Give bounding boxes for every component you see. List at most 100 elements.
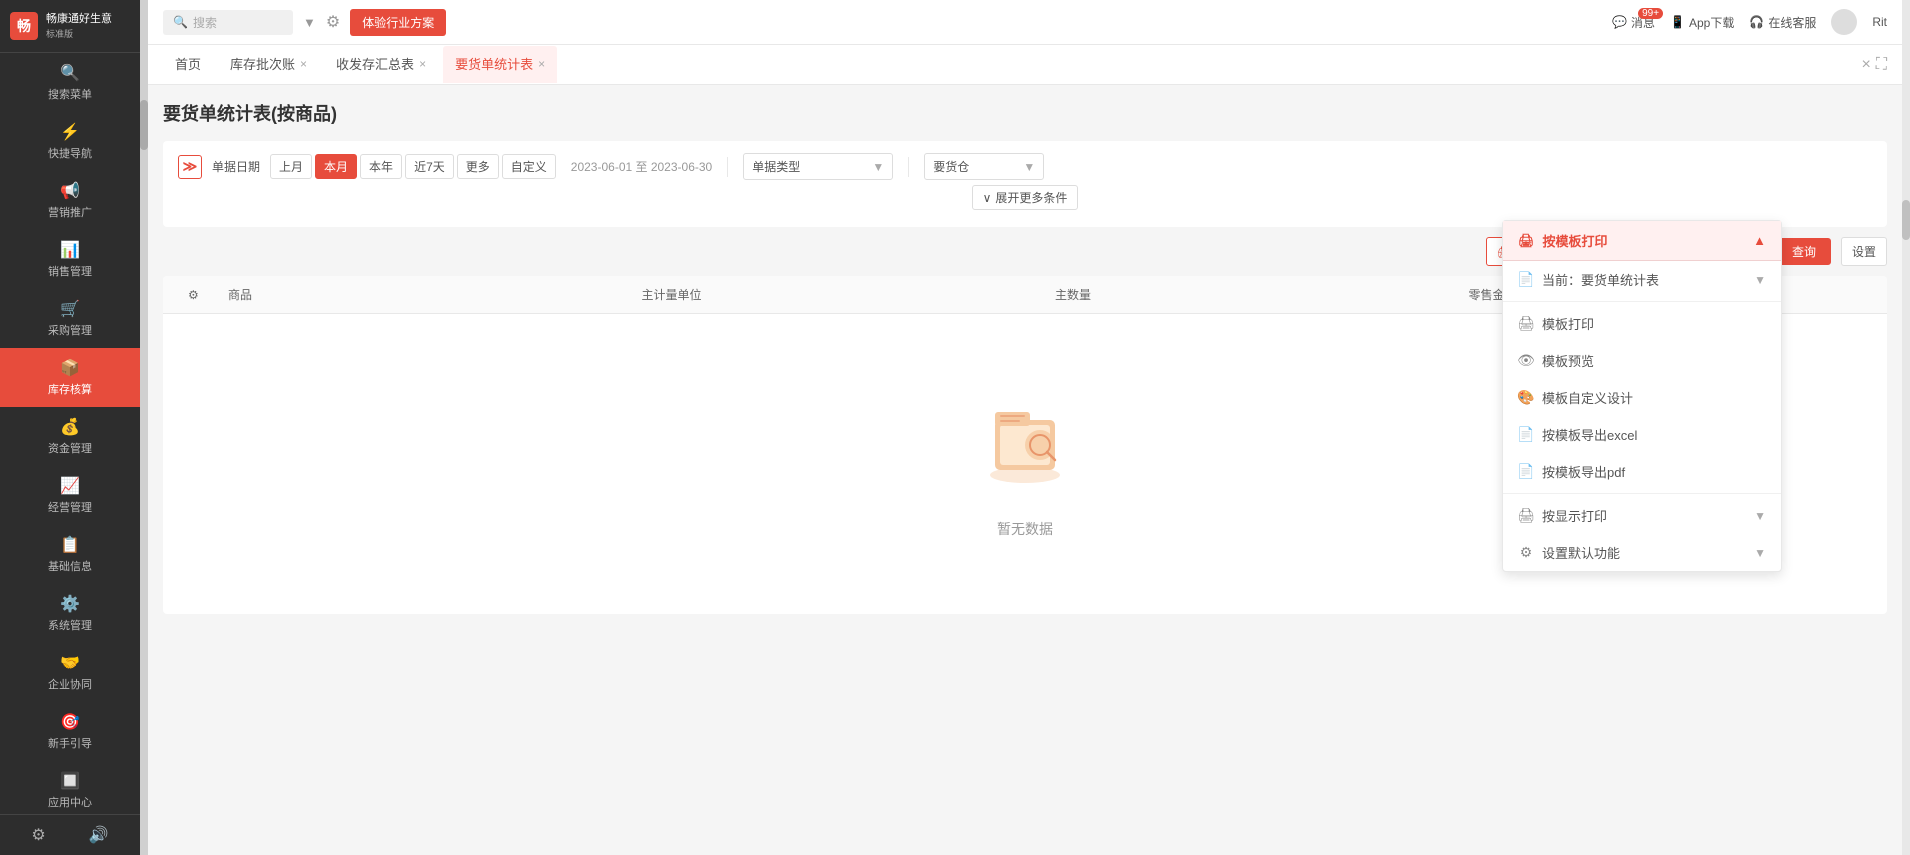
dropdown-divider2 bbox=[1503, 493, 1781, 494]
dropdown-divider1 bbox=[1503, 301, 1781, 302]
trial-button[interactable]: 体验行业方案 bbox=[350, 9, 446, 36]
display-print-arrow-icon: ▼ bbox=[1754, 509, 1766, 523]
logo-icon: 畅 bbox=[10, 12, 38, 40]
excel-icon: 📄 bbox=[1518, 427, 1534, 443]
sidebar-bottom: ⚙ 🔊 bbox=[0, 814, 140, 855]
megaphone-icon: 📢 bbox=[60, 181, 80, 201]
dropdown-template-design[interactable]: 🎨 模板自定义设计 bbox=[1503, 379, 1781, 416]
filter-expand-button[interactable]: ≫ bbox=[178, 155, 202, 179]
printer-dropdown-icon: 🖨 bbox=[1518, 233, 1535, 249]
tab-home[interactable]: 首页 bbox=[163, 46, 213, 83]
col-quantity: 主数量 bbox=[1045, 286, 1459, 303]
display-print-icon: 🖨 bbox=[1518, 508, 1534, 524]
page-content: 要货单统计表(按商品) ≫ 单据日期 上月 本月 本年 近7天 更多 自定义 2… bbox=[148, 85, 1902, 855]
filter-divider2 bbox=[908, 157, 909, 177]
current-template-icon: 📄 bbox=[1518, 272, 1534, 288]
app-logo: 畅 畅康通好生意 标准版 bbox=[0, 0, 140, 53]
expand-more-button[interactable]: ∨ 展开更多条件 bbox=[972, 185, 1079, 210]
topbar-gear-icon[interactable]: ⚙ bbox=[326, 12, 340, 32]
dropdown-header: 🖨 按模板打印 ▲ bbox=[1503, 221, 1781, 261]
type-select[interactable]: 单据类型 ▼ bbox=[743, 153, 893, 180]
settings-bottom-icon[interactable]: ⚙ bbox=[31, 825, 45, 845]
close-order-summary-icon[interactable]: × bbox=[538, 57, 545, 71]
current-arrow-icon: ▼ bbox=[1754, 273, 1766, 287]
sidebar-scroll-thumb bbox=[140, 100, 148, 150]
warehouse-select[interactable]: 要货仓 ▼ bbox=[924, 153, 1044, 180]
money-icon: 💰 bbox=[60, 417, 80, 437]
sidebar-item-finance[interactable]: 💰 资金管理 bbox=[0, 407, 140, 466]
current-year-button[interactable]: 本年 bbox=[360, 154, 402, 179]
handshake-icon: 🤝 bbox=[60, 653, 80, 673]
clipboard-icon: 📋 bbox=[60, 535, 80, 555]
lightning-icon: ⚡ bbox=[60, 122, 80, 142]
sidebar-item-base-info[interactable]: 📋 基础信息 bbox=[0, 525, 140, 584]
sidebar-item-purchase[interactable]: 🛒 采购管理 bbox=[0, 289, 140, 348]
user-avatar[interactable] bbox=[1831, 9, 1857, 35]
sidebar-scrollbar[interactable] bbox=[140, 0, 148, 855]
window-expand-icon[interactable]: ⛶ bbox=[1876, 56, 1887, 74]
topbar: 🔍 搜索 ▼ ⚙ 体验行业方案 💬 消息 99+ 📱 App下载 🎧 在线客服 … bbox=[148, 0, 1902, 45]
col-unit: 主计量单位 bbox=[632, 286, 1046, 303]
logo-text: 畅康通好生意 标准版 bbox=[46, 12, 112, 39]
search-box[interactable]: 🔍 搜索 bbox=[163, 10, 293, 35]
set-default-arrow-icon: ▼ bbox=[1754, 546, 1766, 560]
dropdown-popup: 🖨 按模板打印 ▲ 📄 当前：要货单统计表 ▼ 🖨 模板打印 👁 模板预览 🎨 bbox=[1502, 220, 1782, 572]
trend-icon: 📈 bbox=[60, 476, 80, 496]
prev-month-button[interactable]: 上月 bbox=[270, 154, 312, 179]
last7-button[interactable]: 近7天 bbox=[405, 154, 454, 179]
main-area: 🔍 搜索 ▼ ⚙ 体验行业方案 💬 消息 99+ 📱 App下载 🎧 在线客服 … bbox=[148, 0, 1902, 855]
more-button[interactable]: 更多 bbox=[457, 154, 499, 179]
page-title: 要货单统计表(按商品) bbox=[163, 100, 1887, 126]
sidebar-item-sales[interactable]: 📊 销售管理 bbox=[0, 230, 140, 289]
sidebar-item-guide[interactable]: 🎯 新手引导 bbox=[0, 702, 140, 761]
sidebar-item-app-center[interactable]: 🔲 应用中心 bbox=[0, 761, 140, 814]
query-button[interactable]: 查询 bbox=[1777, 238, 1831, 265]
cart-icon: 🛒 bbox=[60, 299, 80, 319]
warehouse-select-arrow: ▼ bbox=[1023, 160, 1035, 174]
box-icon: 📦 bbox=[60, 358, 80, 378]
online-service-item[interactable]: 🎧 在线客服 bbox=[1749, 14, 1816, 31]
dropdown-template-pdf[interactable]: 📄 按模板导出pdf bbox=[1503, 453, 1781, 490]
sidebar-item-search[interactable]: 🔍 搜索菜单 bbox=[0, 53, 140, 112]
sidebar: 畅 畅康通好生意 标准版 🔍 搜索菜单 ⚡ 快捷导航 📢 营销推广 📊 销售管理… bbox=[0, 0, 140, 855]
sound-bottom-icon[interactable]: 🔊 bbox=[89, 825, 109, 845]
sidebar-item-marketing[interactable]: 📢 营销推广 bbox=[0, 171, 140, 230]
sidebar-item-operations[interactable]: 📈 经营管理 bbox=[0, 466, 140, 525]
tab-inventory-batch[interactable]: 库存批次账 × bbox=[218, 46, 319, 83]
dropdown-set-default[interactable]: ⚙ 设置默认功能 ▼ bbox=[1503, 534, 1781, 571]
window-close-icon[interactable]: × bbox=[1861, 56, 1870, 74]
download-icon: 📱 bbox=[1670, 15, 1685, 29]
dropdown-template-excel[interactable]: 📄 按模板导出excel bbox=[1503, 416, 1781, 453]
sidebar-item-system[interactable]: ⚙️ 系统管理 bbox=[0, 584, 140, 643]
tab-receipt-summary[interactable]: 收发存汇总表 × bbox=[324, 46, 438, 83]
template-preview-icon: 👁 bbox=[1518, 353, 1534, 369]
app-download-item[interactable]: 📱 App下载 bbox=[1670, 14, 1734, 31]
tab-bar: 首页 库存批次账 × 收发存汇总表 × 要货单统计表 × × ⛶ bbox=[148, 45, 1902, 85]
close-receipt-summary-icon[interactable]: × bbox=[419, 57, 426, 71]
sidebar-item-inventory[interactable]: 📦 库存核算 bbox=[0, 348, 140, 407]
sidebar-item-shortcut[interactable]: ⚡ 快捷导航 bbox=[0, 112, 140, 171]
sidebar-item-enterprise[interactable]: 🤝 企业协同 bbox=[0, 643, 140, 702]
expand-more-icon: ∨ bbox=[983, 191, 992, 205]
col-goods: 商品 bbox=[218, 286, 632, 303]
dropdown-current-item[interactable]: 📄 当前：要货单统计表 ▼ bbox=[1503, 261, 1781, 298]
target-icon: 🎯 bbox=[60, 712, 80, 732]
right-scrollbar[interactable] bbox=[1902, 0, 1910, 855]
dropdown-template-preview[interactable]: 👁 模板预览 bbox=[1503, 342, 1781, 379]
close-inventory-batch-icon[interactable]: × bbox=[300, 57, 307, 71]
current-month-button[interactable]: 本月 bbox=[315, 154, 357, 179]
dropdown-template-print[interactable]: 🖨 模板打印 bbox=[1503, 305, 1781, 342]
dropdown-display-print[interactable]: 🖨 按显示打印 ▼ bbox=[1503, 497, 1781, 534]
dropdown-close-icon[interactable]: ▲ bbox=[1753, 233, 1766, 248]
col-settings[interactable]: ⚙ bbox=[178, 288, 218, 302]
search-icon: 🔍 bbox=[60, 63, 80, 83]
date-range-display: 2023-06-01 至 2023-06-30 bbox=[571, 158, 712, 175]
empty-text: 暂无数据 bbox=[997, 519, 1053, 539]
grid-icon: 🔲 bbox=[60, 771, 80, 791]
date-buttons: 上月 本月 本年 近7天 更多 自定义 bbox=[270, 154, 556, 179]
settings-button[interactable]: 设置 bbox=[1841, 237, 1887, 266]
dropdown-arrow[interactable]: ▼ bbox=[303, 15, 316, 30]
custom-button[interactable]: 自定义 bbox=[502, 154, 556, 179]
messages-icon-item[interactable]: 💬 消息 99+ bbox=[1612, 14, 1655, 31]
tab-order-summary[interactable]: 要货单统计表 × bbox=[443, 46, 557, 83]
